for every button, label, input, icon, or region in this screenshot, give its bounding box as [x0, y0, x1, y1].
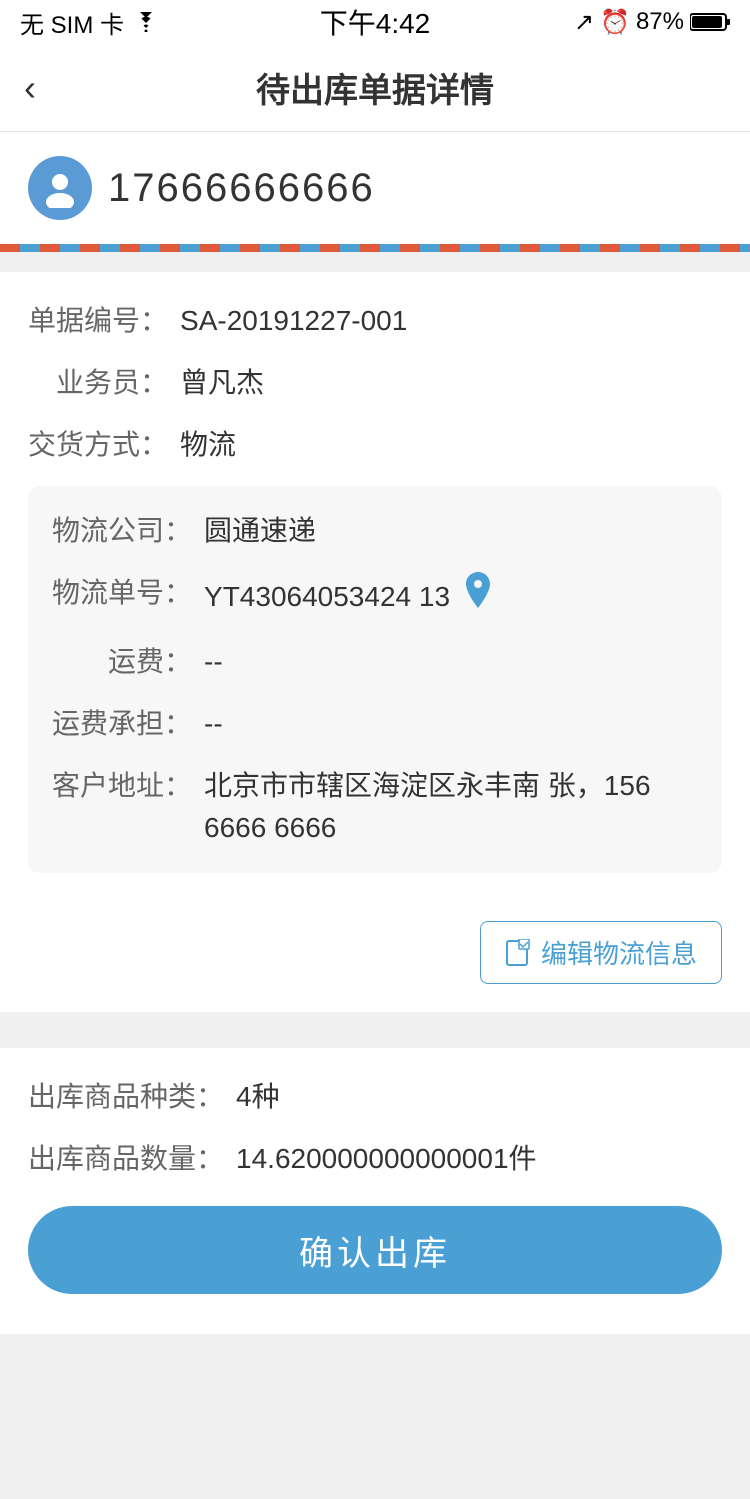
logistics-company-value: 圆通速递 [192, 510, 698, 552]
customer-header: 17666666666 [0, 132, 750, 244]
location-status-icon: ↗ [574, 8, 594, 37]
freight-bearer-label: 运费承担： [52, 703, 192, 745]
status-bar: 无 SIM 卡 下午4:42 ↗ ⏰ 87% [0, 0, 750, 44]
document-no-row: 单据编号： SA-20191227-001 [28, 300, 722, 342]
confirm-button[interactable]: 确认出库 [28, 1206, 722, 1294]
status-bar-left: 无 SIM 卡 [20, 5, 160, 40]
freight-label: 运费： [52, 641, 192, 683]
tracking-no-row: 物流单号： YT43064053424 13 [52, 572, 698, 621]
sales-person-label: 业务员： [28, 362, 168, 404]
goods-quantity-value: 14.620000000000001件 [224, 1138, 722, 1180]
goods-section: 出库商品种类： 4种 出库商品数量： 14.620000000000001件 [0, 1048, 750, 1208]
delivery-method-value: 物流 [168, 424, 722, 466]
edit-logistics-button[interactable]: 编辑物流信息 [480, 921, 722, 984]
freight-bearer-row: 运费承担： -- [52, 703, 698, 745]
document-no-value: SA-20191227-001 [168, 300, 722, 342]
section-divider [0, 1012, 750, 1028]
carrier-text: 无 SIM 卡 [20, 5, 124, 40]
goods-type-label: 出库商品种类： [28, 1076, 224, 1118]
edit-icon [505, 939, 533, 967]
goods-type-value: 4种 [224, 1076, 722, 1118]
status-bar-right: ↗ ⏰ 87% [574, 8, 730, 37]
back-button[interactable]: ‹ [24, 67, 36, 109]
delivery-method-label: 交货方式： [28, 424, 168, 466]
wifi-icon [132, 12, 160, 32]
dashed-divider [0, 244, 750, 252]
battery-text: 87% [636, 8, 684, 36]
logistics-card: 物流公司： 圆通速递 物流单号： YT43064053424 13 运费： -- [28, 486, 722, 873]
freight-bearer-value: -- [192, 703, 698, 745]
page-title: 待出库单据详情 [256, 63, 494, 112]
avatar-icon [40, 168, 80, 208]
tracking-location-icon[interactable] [462, 572, 494, 621]
tracking-no-label: 物流单号： [52, 572, 192, 614]
delivery-method-row: 交货方式： 物流 [28, 424, 722, 466]
confirm-btn-container: 确认出库 [0, 1186, 750, 1334]
customer-phone: 17666666666 [108, 166, 375, 211]
sales-person-row: 业务员： 曾凡杰 [28, 362, 722, 404]
goods-quantity-label: 出库商品数量： [28, 1138, 224, 1180]
address-label: 客户地址： [52, 765, 192, 807]
goods-type-row: 出库商品种类： 4种 [28, 1076, 722, 1118]
goods-quantity-row: 出库商品数量： 14.620000000000001件 [28, 1138, 722, 1180]
avatar [28, 156, 92, 220]
sales-person-value: 曾凡杰 [168, 362, 722, 404]
basic-info-section: 单据编号： SA-20191227-001 业务员： 曾凡杰 交货方式： 物流 … [0, 272, 750, 901]
nav-bar: ‹ 待出库单据详情 [0, 44, 750, 132]
logistics-company-label: 物流公司： [52, 510, 192, 552]
freight-row: 运费： -- [52, 641, 698, 683]
address-value: 北京市市辖区海淀区永丰南 张，156 6666 6666 [192, 765, 698, 849]
battery-icon [690, 12, 730, 32]
freight-value: -- [192, 641, 698, 683]
logistics-company-row: 物流公司： 圆通速递 [52, 510, 698, 552]
alarm-status-icon: ⏰ [600, 8, 630, 37]
address-row: 客户地址： 北京市市辖区海淀区永丰南 张，156 6666 6666 [52, 765, 698, 849]
document-no-label: 单据编号： [28, 300, 168, 342]
tracking-no-value: YT43064053424 13 [192, 572, 698, 621]
status-bar-time: 下午4:42 [320, 2, 431, 42]
edit-btn-container: 编辑物流信息 [0, 901, 750, 1012]
